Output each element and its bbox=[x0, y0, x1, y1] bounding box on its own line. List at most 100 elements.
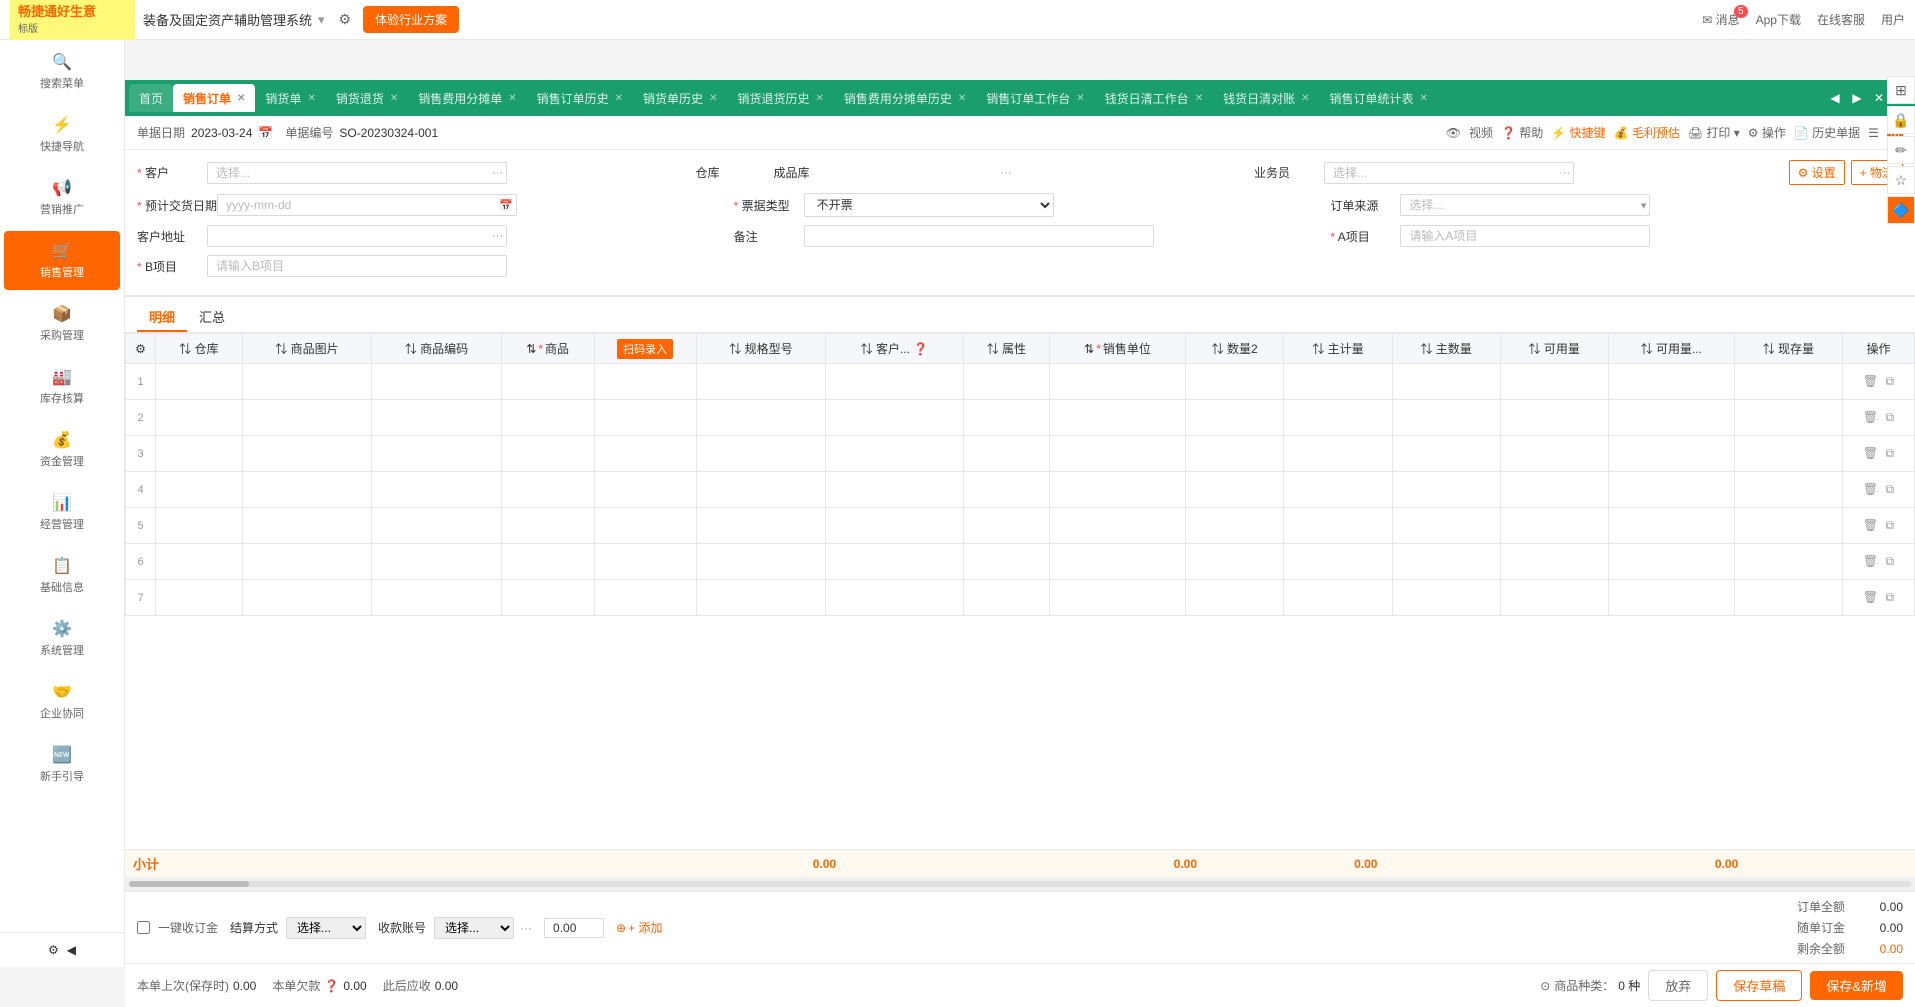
history-btn[interactable]: 📄 历史单据 bbox=[1794, 124, 1860, 141]
sidebar-item-finance[interactable]: 💰 资金管理 bbox=[4, 420, 120, 479]
delete-row-icon[interactable]: 🗑 bbox=[1863, 482, 1878, 496]
online-service-link[interactable]: 在线客服 bbox=[1817, 11, 1865, 28]
save-draft-button[interactable]: 保存草稿 bbox=[1716, 970, 1802, 1001]
row-attributes[interactable] bbox=[963, 364, 1050, 400]
tab-cash-daily[interactable]: 钱货日清工作台 ✕ bbox=[1095, 84, 1213, 112]
tab-close-icon[interactable]: ✕ bbox=[307, 93, 315, 104]
sidebar-settings-icon[interactable]: ⚙ bbox=[48, 943, 59, 957]
delete-row-icon[interactable]: 🗑 bbox=[1863, 374, 1878, 388]
tab-home[interactable]: 首页 bbox=[129, 84, 173, 112]
dropdown-arrow-icon[interactable]: ▾ bbox=[318, 12, 325, 28]
a-project-input[interactable] bbox=[1400, 225, 1650, 247]
copy-row-icon[interactable]: ⧉ bbox=[1885, 554, 1894, 568]
customer-more-icon[interactable]: ··· bbox=[492, 167, 503, 179]
tab-order-workbench[interactable]: 销售订单工作台 ✕ bbox=[976, 84, 1094, 112]
tab-close-icon[interactable]: ✕ bbox=[815, 93, 823, 104]
tab-sales-return[interactable]: 销货退货 ✕ bbox=[326, 84, 408, 112]
copy-row-icon[interactable]: ⧉ bbox=[1885, 410, 1894, 424]
tab-close-icon[interactable]: ✕ bbox=[615, 93, 623, 104]
sidebar-item-operations[interactable]: 📊 经营管理 bbox=[4, 483, 120, 542]
row-customer-code[interactable] bbox=[826, 364, 963, 400]
tab-close-icon[interactable]: ✕ bbox=[958, 93, 966, 104]
tab-close-all-button[interactable]: ✕ bbox=[1869, 88, 1889, 108]
right-btn-lock[interactable]: 🔒 bbox=[1887, 106, 1915, 134]
row-warehouse[interactable] bbox=[156, 364, 243, 400]
invoice-type-select[interactable]: 不开票 增值税普通发票 增值税专用发票 bbox=[804, 193, 1054, 217]
scroll-area[interactable] bbox=[125, 877, 1915, 891]
tab-close-icon[interactable]: ✕ bbox=[237, 93, 245, 104]
customer-input[interactable] bbox=[207, 162, 507, 184]
sidebar-item-inventory[interactable]: 🏭 库存核算 bbox=[4, 357, 120, 416]
shortcut-btn[interactable]: ⚡ 快捷键 bbox=[1551, 124, 1605, 141]
sidebar-item-system[interactable]: ⚙️ 系统管理 bbox=[4, 609, 120, 668]
copy-row-icon[interactable]: ⧉ bbox=[1885, 446, 1894, 460]
tab-close-icon[interactable]: ✕ bbox=[390, 93, 398, 104]
sidebar-item-marketing[interactable]: 📢 营销推广 bbox=[4, 168, 120, 227]
payment-amount-input[interactable] bbox=[544, 918, 604, 938]
settlement-select[interactable]: 选择... bbox=[286, 917, 366, 939]
delete-row-icon[interactable]: 🗑 bbox=[1863, 590, 1878, 604]
operations-btn[interactable]: ⚙ 操作 bbox=[1748, 124, 1786, 141]
profit-btn[interactable]: 💰 毛利预估 bbox=[1614, 124, 1680, 141]
right-btn-orange[interactable]: 🔷 bbox=[1887, 196, 1915, 224]
tab-close-icon[interactable]: ✕ bbox=[1420, 93, 1428, 104]
view-btn[interactable]: 视频 bbox=[1469, 124, 1493, 141]
warehouse-more-icon[interactable]: ··· bbox=[1001, 167, 1012, 179]
row-qty2[interactable] bbox=[1185, 364, 1284, 400]
sidebar-item-quick-nav[interactable]: ⚡ 快捷导航 bbox=[4, 105, 120, 164]
row-product-image[interactable] bbox=[242, 364, 372, 400]
delete-row-icon[interactable]: 🗑 bbox=[1863, 410, 1878, 424]
delete-row-icon[interactable]: 🗑 bbox=[1863, 446, 1878, 460]
user-info[interactable]: 用户 bbox=[1881, 11, 1905, 28]
tab-sales-order-history[interactable]: 销售订单历史 ✕ bbox=[527, 84, 633, 112]
help-btn[interactable]: ❓ 帮助 bbox=[1501, 124, 1543, 141]
tab-close-icon[interactable]: ✕ bbox=[1195, 93, 1203, 104]
sidebar-item-basic[interactable]: 📋 基础信息 bbox=[4, 546, 120, 605]
tab-summary[interactable]: 汇总 bbox=[187, 303, 237, 332]
remark-input[interactable] bbox=[804, 225, 1154, 247]
tab-close-icon[interactable]: ✕ bbox=[508, 93, 516, 104]
right-btn-edit[interactable]: ✏ bbox=[1887, 136, 1915, 164]
address-more-icon[interactable]: ··· bbox=[492, 230, 503, 242]
tab-next-button[interactable]: ▶ bbox=[1847, 88, 1867, 108]
list-view-icon[interactable]: ☰ bbox=[1868, 126, 1879, 140]
delete-row-icon[interactable]: 🗑 bbox=[1863, 554, 1878, 568]
copy-row-icon[interactable]: ⧉ bbox=[1885, 482, 1894, 496]
row-main-qty[interactable] bbox=[1392, 364, 1500, 400]
copy-row-icon[interactable]: ⧉ bbox=[1885, 518, 1894, 532]
tab-detail[interactable]: 明细 bbox=[137, 303, 187, 332]
tab-prev-button[interactable]: ◀ bbox=[1825, 88, 1845, 108]
tab-cash-reconcile[interactable]: 钱货日清对账 ✕ bbox=[1213, 84, 1319, 112]
tab-expense-history[interactable]: 销售费用分摊单历史 ✕ bbox=[834, 84, 976, 112]
tab-sales-delivery[interactable]: 销货单 ✕ bbox=[255, 84, 325, 112]
delivery-date-input[interactable] bbox=[217, 194, 517, 216]
scroll-thumb[interactable] bbox=[129, 881, 249, 887]
row-spec[interactable] bbox=[696, 364, 826, 400]
copy-row-icon[interactable]: ⧉ bbox=[1885, 590, 1894, 604]
tab-close-icon[interactable]: ✕ bbox=[709, 93, 717, 104]
one-click-checkbox[interactable] bbox=[137, 921, 150, 934]
row-sales-unit[interactable] bbox=[1050, 364, 1186, 400]
order-source-input[interactable] bbox=[1400, 194, 1650, 216]
row-product-name[interactable] bbox=[501, 364, 594, 400]
tab-close-icon[interactable]: ✕ bbox=[1301, 93, 1309, 104]
sidebar-collapse-icon[interactable]: ◀ bbox=[67, 943, 76, 957]
settings-btn[interactable]: ⚙ 设置 bbox=[1789, 160, 1845, 185]
app-download-link[interactable]: App下载 bbox=[1756, 11, 1801, 28]
help-icon-debt[interactable]: ❓ bbox=[324, 979, 339, 993]
copy-row-icon[interactable]: ⧉ bbox=[1885, 374, 1894, 388]
sidebar-item-guide[interactable]: 🆕 新手引导 bbox=[4, 735, 120, 794]
discard-button[interactable]: 放弃 bbox=[1648, 970, 1708, 1001]
tab-sales-order[interactable]: 销售订单 ✕ bbox=[173, 84, 255, 112]
account-select[interactable]: 选择... bbox=[434, 917, 514, 939]
sidebar-item-search[interactable]: 🔍 搜索菜单 bbox=[4, 42, 120, 101]
col-settings[interactable]: ⚙ bbox=[126, 334, 156, 364]
row-product-code[interactable] bbox=[372, 364, 502, 400]
account-more-icon[interactable]: ··· bbox=[520, 921, 532, 935]
order-source-dropdown-icon[interactable]: ▾ bbox=[1641, 199, 1647, 212]
sidebar-item-sales[interactable]: 🛒 销售管理 bbox=[4, 231, 120, 290]
b-project-input[interactable] bbox=[207, 255, 507, 277]
calendar-icon[interactable]: 📅 bbox=[258, 126, 273, 140]
tab-delivery-history[interactable]: 销货单历史 ✕ bbox=[633, 84, 727, 112]
tab-return-history[interactable]: 销货退货历史 ✕ bbox=[727, 84, 833, 112]
